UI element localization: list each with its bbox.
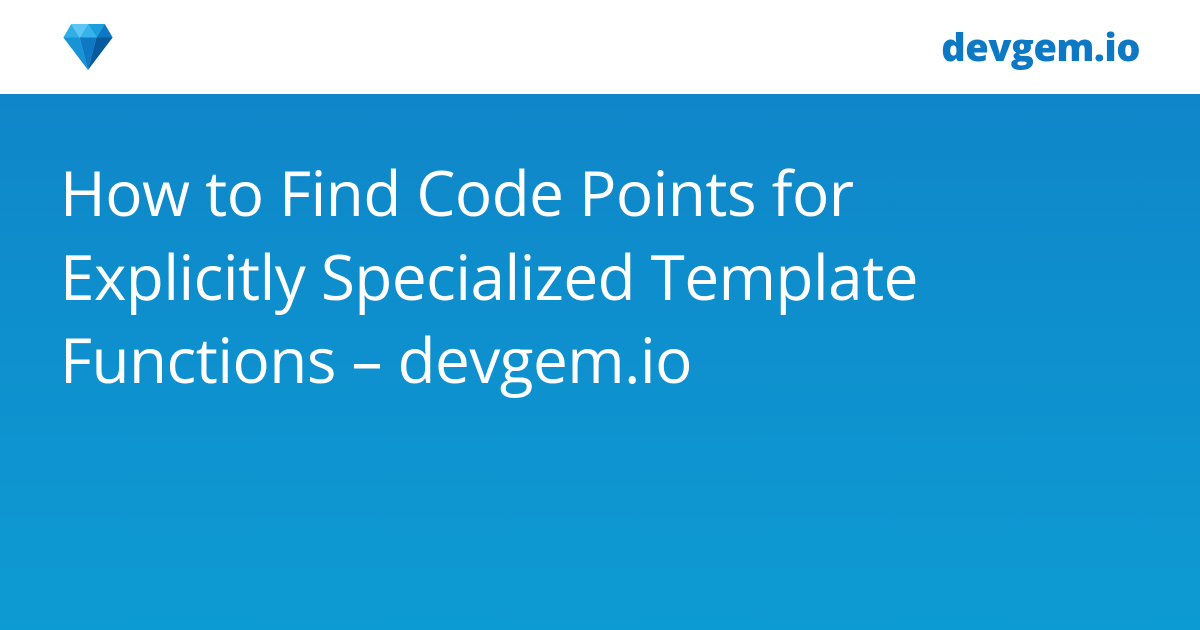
brand-text: devgem.io (941, 21, 1140, 73)
header: devgem.io (0, 0, 1200, 94)
page-title: How to Find Code Points for Explicitly S… (60, 152, 1020, 403)
hero: How to Find Code Points for Explicitly S… (0, 94, 1200, 630)
gem-icon (60, 24, 116, 70)
logo (60, 24, 116, 70)
